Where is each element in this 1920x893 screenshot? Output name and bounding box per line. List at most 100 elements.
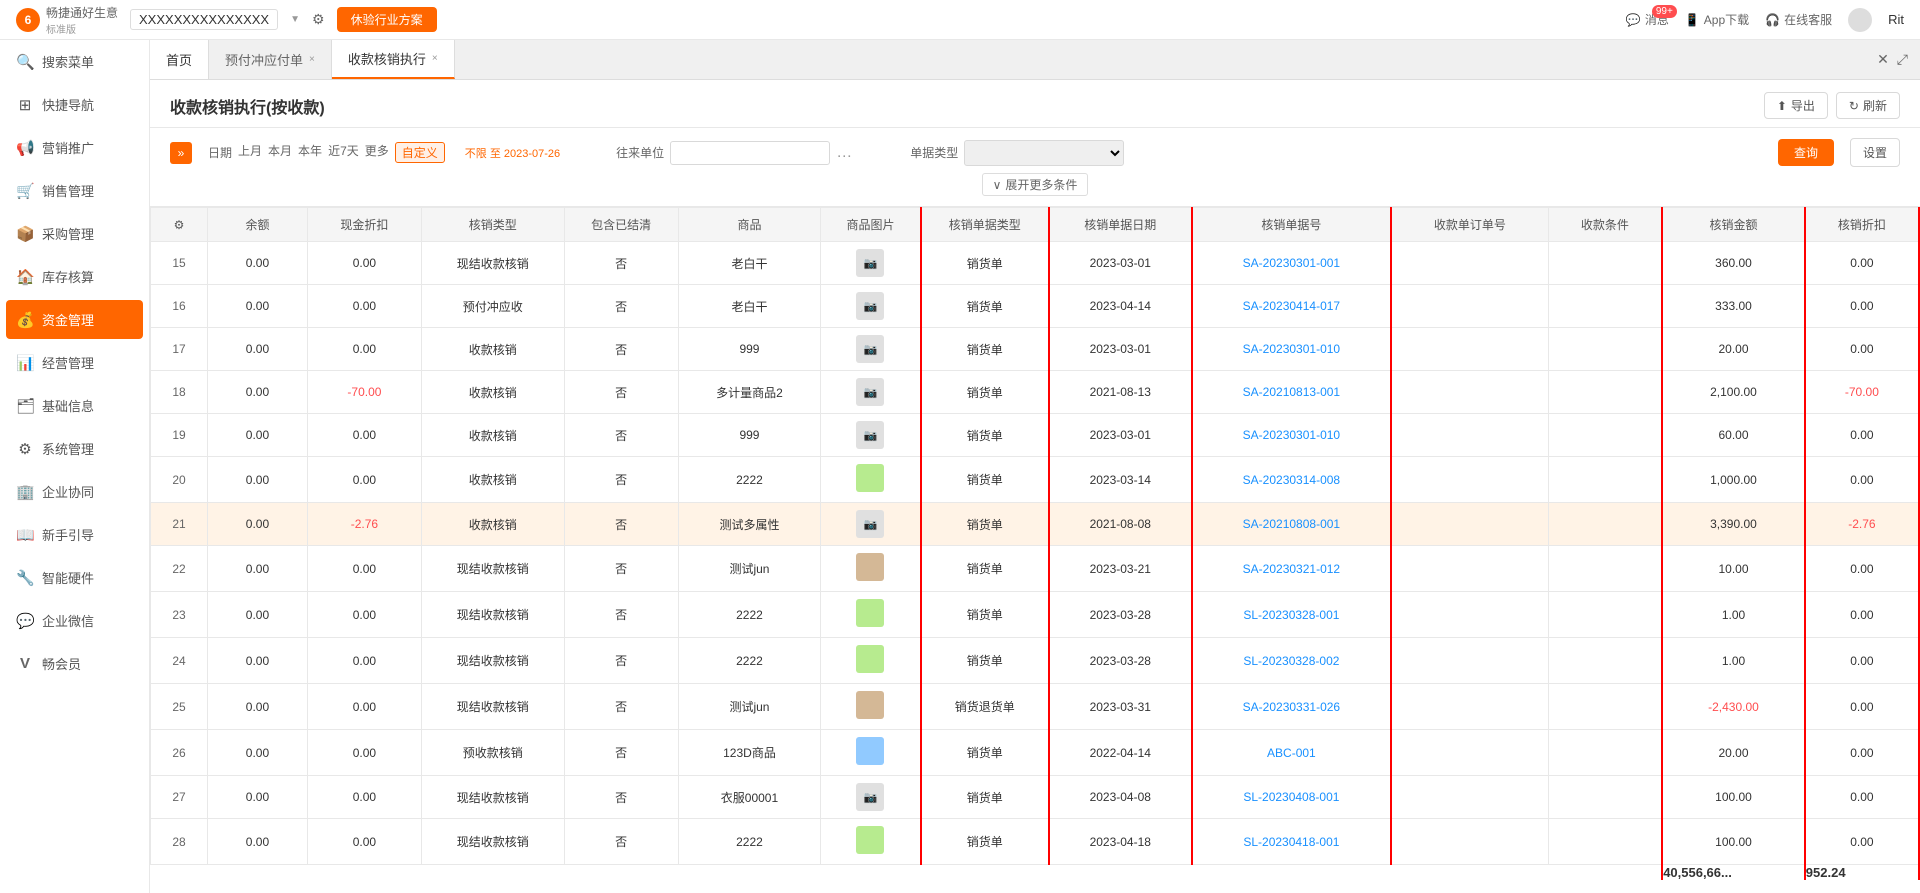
tab-prepaid-close[interactable]: ×: [309, 54, 315, 65]
sidebar-item-inventory[interactable]: 🏠 库存核算: [0, 255, 149, 298]
cell-goods-img: 📷: [821, 242, 921, 285]
sidebar-item-wechat[interactable]: 💬 企业微信: [0, 599, 149, 642]
bill-no-link[interactable]: SL-20230328-002: [1243, 654, 1339, 668]
cell-goods-img: 📷: [821, 414, 921, 457]
cell-bill-type: 销货单: [921, 371, 1049, 414]
bill-no-link[interactable]: SL-20230408-001: [1243, 790, 1339, 804]
cell-bill-no[interactable]: SA-20230301-010: [1192, 328, 1392, 371]
sidebar-item-member[interactable]: V 畅会员: [0, 642, 149, 685]
last-7-days-btn[interactable]: 近7天: [328, 142, 359, 163]
app-download-button[interactable]: 📱 App下载: [1685, 11, 1749, 28]
cell-bill-no[interactable]: SL-20230328-001: [1192, 592, 1392, 638]
sidebar-item-hardware[interactable]: 🔧 智能硬件: [0, 556, 149, 599]
sidebar-item-marketing[interactable]: 📢 营销推广: [0, 126, 149, 169]
counterpart-input[interactable]: [670, 141, 830, 165]
tab-home[interactable]: 首页: [150, 40, 209, 79]
cell-row-no: 23: [151, 592, 208, 638]
cell-bill-no[interactable]: SA-20210813-001: [1192, 371, 1392, 414]
bill-no-link[interactable]: SA-20230301-010: [1243, 342, 1340, 356]
this-month-btn[interactable]: 本月: [268, 142, 292, 163]
message-icon: 💬: [1626, 13, 1641, 27]
setting-button[interactable]: 设置: [1850, 138, 1900, 167]
avatar[interactable]: [1848, 8, 1872, 32]
cell-settled: 否: [564, 414, 678, 457]
cell-bill-no[interactable]: SA-20210808-001: [1192, 503, 1392, 546]
sidebar-item-enterprise-collab[interactable]: 🏢 企业协同: [0, 470, 149, 513]
cell-verify-discount: -2.76: [1805, 503, 1919, 546]
cell-receipt-order: [1391, 414, 1548, 457]
cell-bill-type: 销货单: [921, 328, 1049, 371]
cell-bill-type: 销货单: [921, 546, 1049, 592]
bill-no-link[interactable]: SL-20230418-001: [1243, 835, 1339, 849]
bill-no-link[interactable]: SA-20230301-010: [1243, 428, 1340, 442]
bill-no-link[interactable]: SA-20230314-008: [1243, 473, 1340, 487]
cell-bill-no[interactable]: SA-20230314-008: [1192, 457, 1392, 503]
refresh-button[interactable]: ↻ 刷新: [1836, 92, 1900, 119]
tab-receipt-verify[interactable]: 收款核销执行 ×: [332, 40, 455, 79]
table-row: 24 0.00 0.00 现结收款核销 否 2222 销货单 2023-03-2…: [151, 638, 1920, 684]
sidebar-item-search-menu[interactable]: 🔍 搜索菜单: [0, 40, 149, 83]
bill-no-link[interactable]: SA-20230301-001: [1243, 256, 1340, 270]
sidebar-item-purchase[interactable]: 📦 采购管理: [0, 212, 149, 255]
export-button[interactable]: ⬆ 导出: [1764, 92, 1828, 119]
online-service-button[interactable]: 🎧 在线客服: [1765, 11, 1832, 28]
sidebar-item-sales[interactable]: 🛒 销售管理: [0, 169, 149, 212]
cell-bill-no[interactable]: SL-20230328-002: [1192, 638, 1392, 684]
company-selector[interactable]: XXXXXXXXXXXXXXX: [130, 9, 278, 30]
bill-no-link[interactable]: SA-20210813-001: [1243, 385, 1340, 399]
industry-solution-button[interactable]: 休验行业方案: [337, 7, 437, 32]
cell-bill-type: 销货单: [921, 730, 1049, 776]
tab-expand-icon[interactable]: ⤢: [1897, 51, 1908, 68]
counterpart-more-icon[interactable]: …: [836, 144, 854, 162]
bill-no-link[interactable]: SA-20230331-026: [1243, 700, 1340, 714]
cell-bill-no[interactable]: SL-20230418-001: [1192, 819, 1392, 865]
cell-bill-no[interactable]: SA-20230331-026: [1192, 684, 1392, 730]
cell-bill-no[interactable]: SA-20230301-001: [1192, 242, 1392, 285]
sidebar-item-business[interactable]: 📊 经营管理: [0, 341, 149, 384]
expand-conditions-button[interactable]: ∨ 展开更多条件: [982, 173, 1089, 196]
col-header-gear[interactable]: ⚙: [151, 208, 208, 242]
filter-expand-arrow[interactable]: »: [170, 142, 192, 164]
cell-bill-no[interactable]: ABC-001: [1192, 730, 1392, 776]
company-dropdown-arrow[interactable]: ▼: [290, 14, 300, 25]
cell-receipt-order: [1391, 592, 1548, 638]
cell-bill-date: 2023-04-14: [1049, 285, 1192, 328]
more-dates-btn[interactable]: 更多: [365, 142, 389, 163]
sidebar-label-guide: 新手引导: [42, 525, 94, 544]
sidebar-item-system[interactable]: ⚙ 系统管理: [0, 427, 149, 470]
sidebar-item-beginner[interactable]: 📖 新手引导: [0, 513, 149, 556]
cell-row-no: 20: [151, 457, 208, 503]
this-year-btn[interactable]: 本年: [298, 142, 322, 163]
cell-bill-no[interactable]: SA-20230414-017: [1192, 285, 1392, 328]
last-month-btn[interactable]: 上月: [238, 142, 262, 163]
system-icon: ⚙: [16, 440, 34, 458]
query-button[interactable]: 查询: [1778, 139, 1834, 166]
cell-cash-discount: 0.00: [307, 242, 421, 285]
bill-no-link[interactable]: SA-20210808-001: [1243, 517, 1340, 531]
bill-no-link[interactable]: SA-20230414-017: [1243, 299, 1340, 313]
cell-bill-no[interactable]: SA-20230301-010: [1192, 414, 1392, 457]
goods-thumbnail: [856, 553, 884, 581]
cell-verify-type: 收款核销: [421, 503, 564, 546]
basic-info-icon: 🗂: [16, 397, 34, 415]
bill-type-select[interactable]: [964, 140, 1124, 166]
cell-bill-no[interactable]: SL-20230408-001: [1192, 776, 1392, 819]
tab-receipt-close[interactable]: ×: [432, 53, 438, 64]
sidebar-item-capital[interactable]: 💰 资金管理: [6, 300, 143, 339]
cell-goods: 老白干: [678, 285, 821, 328]
page-header: 收款核销执行(按收款) ⬆ 导出 ↻ 刷新: [150, 80, 1920, 128]
cell-goods-img: [821, 592, 921, 638]
cell-bill-no[interactable]: SA-20230321-012: [1192, 546, 1392, 592]
bill-no-link[interactable]: ABC-001: [1267, 746, 1316, 760]
tab-bar-right: ✕ ⤢: [1865, 40, 1920, 79]
sidebar-item-quick-nav[interactable]: ⊞ 快捷导航: [0, 83, 149, 126]
bill-no-link[interactable]: SA-20230321-012: [1243, 562, 1340, 576]
message-button[interactable]: 💬 消息 99+: [1626, 11, 1669, 28]
gear-icon[interactable]: ⚙: [312, 11, 325, 28]
cell-balance: 0.00: [208, 546, 308, 592]
bill-no-link[interactable]: SL-20230328-001: [1243, 608, 1339, 622]
tab-close-all-icon[interactable]: ✕: [1877, 51, 1889, 68]
sidebar-item-basic-info[interactable]: 🗂 基础信息: [0, 384, 149, 427]
custom-date-btn[interactable]: 自定义: [395, 142, 445, 163]
tab-prepaid[interactable]: 预付冲应付单 ×: [209, 40, 332, 79]
